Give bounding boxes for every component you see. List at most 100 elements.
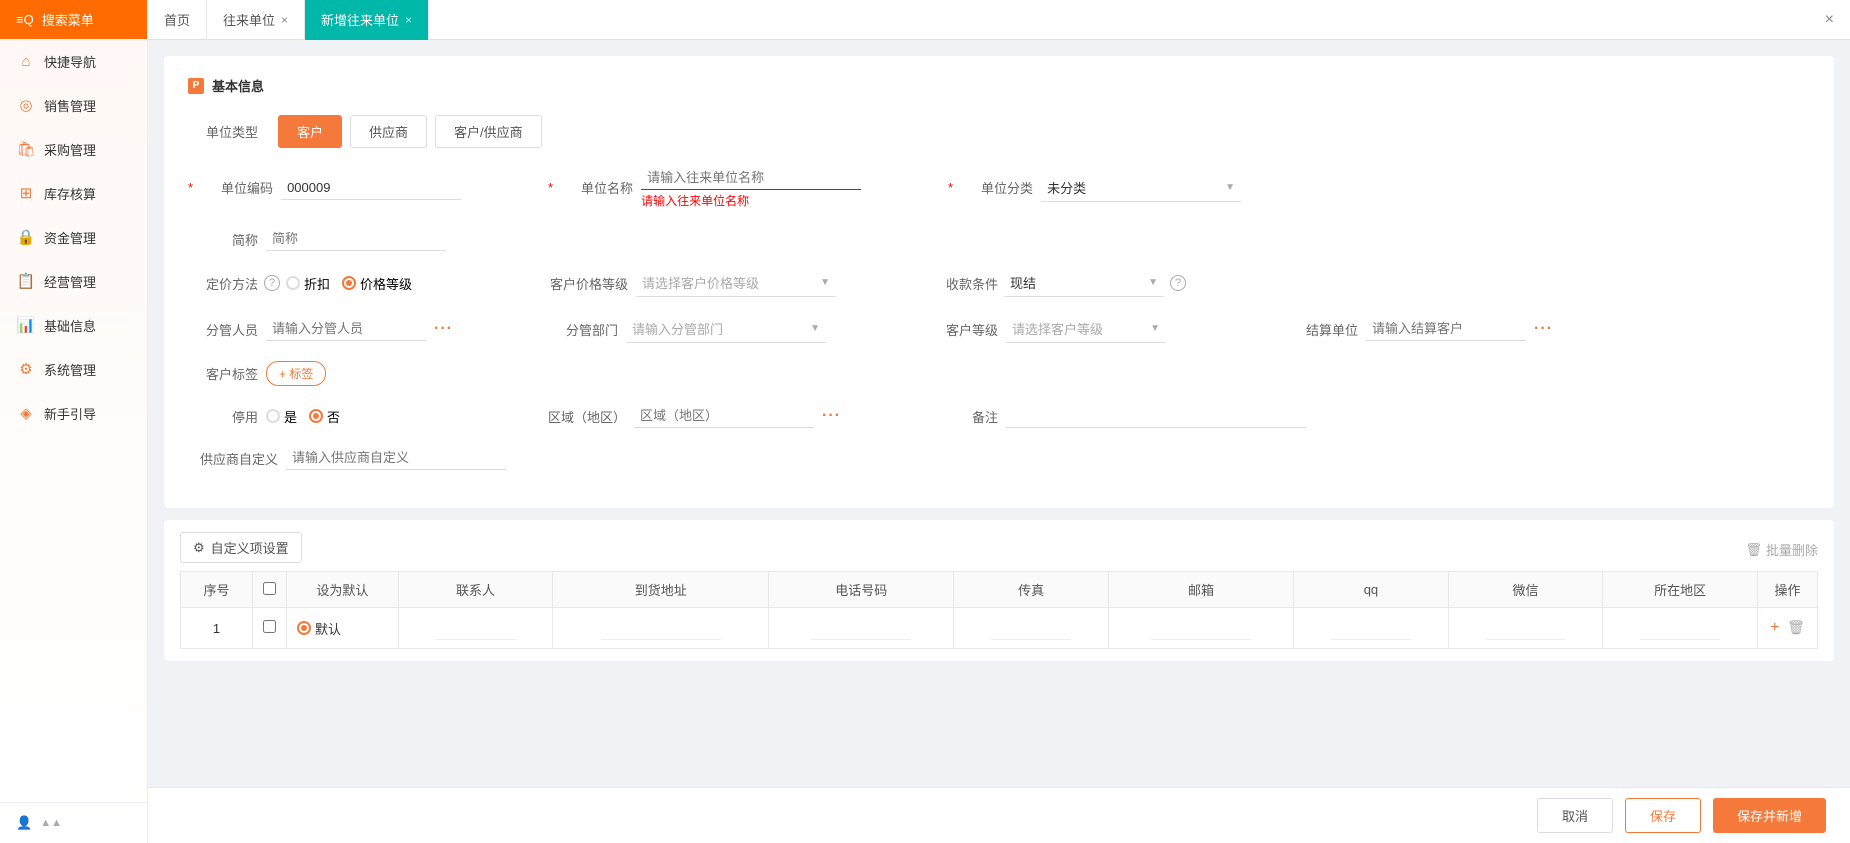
supplier-custom-input[interactable] (286, 446, 506, 470)
note-input[interactable] (1006, 404, 1306, 428)
sidebar-user[interactable]: 👤 ▲▲ (0, 803, 147, 843)
short-name-field: 简称 (188, 227, 548, 251)
disabled-yes-option[interactable]: 是 (266, 407, 297, 426)
settlement-more-btn[interactable]: ··· (1534, 320, 1553, 338)
sidebar-item-basic-info[interactable]: 📊 基础信息 (0, 303, 147, 347)
custom-settings-button[interactable]: ⚙ 自定义项设置 (180, 532, 302, 563)
unit-name-input[interactable] (641, 166, 861, 190)
unit-type-both[interactable]: 客户/供应商 (435, 115, 542, 148)
supervisor-input[interactable] (266, 317, 426, 341)
unit-name-wrap: 请输入往来单位名称 (641, 166, 861, 209)
region-more-btn[interactable]: ··· (822, 407, 841, 425)
save-new-button[interactable]: 保存并新增 (1713, 798, 1826, 833)
unit-category-select[interactable]: 未分类 ▼ (1041, 174, 1241, 202)
col-action: 操作 (1758, 572, 1818, 608)
disabled-no-option[interactable]: 否 (309, 407, 340, 426)
region-input[interactable] (634, 404, 814, 428)
save-button[interactable]: 保存 (1625, 798, 1701, 833)
short-name-input[interactable] (266, 227, 446, 251)
row-add-button[interactable]: + (1770, 619, 1779, 636)
unit-name-field: * 单位名称 请输入往来单位名称 (548, 166, 948, 209)
row-region-input[interactable] (1640, 616, 1720, 640)
tab-new-partner-close[interactable]: × (405, 13, 412, 27)
cancel-button[interactable]: 取消 (1537, 798, 1613, 833)
tag-row: 客户标签 + 标签 (188, 361, 1810, 386)
unit-type-supplier[interactable]: 供应商 (350, 115, 427, 148)
window-close-button[interactable]: × (1809, 11, 1850, 29)
row-qq-input[interactable] (1331, 616, 1411, 640)
supervisor-field: 分管人员 ··· (188, 317, 548, 341)
sidebar-item-guide[interactable]: ◈ 新手引导 (0, 391, 147, 435)
row-address-input[interactable] (601, 616, 721, 640)
row-checkbox-cell (252, 608, 286, 649)
sidebar-item-purchase[interactable]: 🛍 采购管理 (0, 127, 147, 171)
add-tag-button[interactable]: + 标签 (266, 361, 326, 386)
row-contact-input[interactable] (436, 616, 516, 640)
pricing-grade-option[interactable]: 价格等级 (342, 274, 412, 293)
pricing-help-icon[interactable]: ? (264, 275, 280, 291)
pricing-label: 定价方法 (188, 274, 258, 293)
system-icon: ⚙ (16, 359, 36, 379)
sidebar-item-system[interactable]: ⚙ 系统管理 (0, 347, 147, 391)
row-delete-button[interactable]: 🗑 (1787, 619, 1805, 635)
sidebar-item-inventory[interactable]: ⊞ 库存核算 (0, 171, 147, 215)
col-index: 序号 (181, 572, 253, 608)
dept-select[interactable]: 请输入分管部门 ▼ (626, 315, 826, 343)
pricing-field: 定价方法 ? 折扣 价格等级 (188, 274, 548, 293)
row-fax-input[interactable] (991, 616, 1071, 640)
row-checkbox[interactable] (263, 620, 276, 633)
payment-terms-label: 收款条件 (928, 274, 998, 293)
tab-partners[interactable]: 往来单位 × (207, 0, 305, 40)
payment-terms-select[interactable]: 现结 ▼ (1004, 269, 1164, 297)
tab-partners-close[interactable]: × (281, 13, 288, 27)
code-name-row: * 单位编码 * 单位名称 请输入往来单位名称 * 单位分类 (188, 166, 1810, 209)
pricing-discount-option[interactable]: 折扣 (286, 274, 330, 293)
guide-icon: ◈ (16, 403, 36, 423)
region-label: 区域（地区） (548, 407, 626, 426)
row-default-radio[interactable] (297, 621, 311, 635)
col-checkbox (252, 572, 286, 608)
customer-level-select[interactable]: 请选择客户等级 ▼ (1006, 315, 1166, 343)
payment-terms-help-icon[interactable]: ? (1170, 275, 1186, 291)
tab-partners-label: 往来单位 (223, 10, 275, 29)
row-email-input[interactable] (1151, 616, 1251, 640)
note-field: 备注 (928, 404, 1810, 428)
unit-category-field: * 单位分类 未分类 ▼ (948, 174, 1308, 202)
unit-code-label: 单位编码 (203, 178, 273, 197)
sidebar-item-operations[interactable]: 📋 经营管理 (0, 259, 147, 303)
disabled-no-radio[interactable] (309, 409, 323, 423)
unit-code-input[interactable] (281, 176, 461, 200)
unit-type-customer[interactable]: 客户 (278, 115, 342, 148)
main-area: 首页 往来单位 × 新增往来单位 × × P 基本信息 单位类型 客户 (148, 0, 1850, 843)
grade-radio[interactable] (342, 276, 356, 290)
tag-field: 客户标签 + 标签 (188, 361, 1810, 386)
row-wechat-input[interactable] (1486, 616, 1566, 640)
discount-radio[interactable] (286, 276, 300, 290)
row-index: 1 (181, 608, 253, 649)
row-fax (954, 608, 1109, 649)
section-title-text: 基本信息 (212, 76, 264, 95)
sidebar-search[interactable]: ≡Q 搜索菜单 (0, 0, 147, 39)
customer-price-placeholder: 请选择客户价格等级 (642, 273, 759, 292)
settlement-input[interactable] (1366, 317, 1526, 341)
section-title: P 基本信息 (188, 76, 1810, 95)
tab-new-partner[interactable]: 新增往来单位 × (305, 0, 429, 40)
customer-price-label: 客户价格等级 (548, 274, 628, 293)
sidebar-item-sales[interactable]: ◎ 销售管理 (0, 83, 147, 127)
contact-table-section: ⚙ 自定义项设置 🗑 批量删除 序号 设为默认 联系人 到货地址 电 (164, 520, 1834, 661)
sidebar-item-quick-nav[interactable]: ⌂ 快捷导航 (0, 39, 147, 83)
row-phone-input[interactable] (811, 616, 911, 640)
tab-home[interactable]: 首页 (148, 0, 207, 40)
customer-price-select[interactable]: 请选择客户价格等级 ▼ (636, 269, 836, 297)
row-default-radio-label[interactable]: 默认 (297, 619, 388, 638)
sidebar-item-finance[interactable]: 🔒 资金管理 (0, 215, 147, 259)
disabled-yes-radio[interactable] (266, 409, 280, 423)
supervisor-more-btn[interactable]: ··· (434, 320, 453, 338)
col-email: 邮箱 (1108, 572, 1293, 608)
code-required: * (188, 180, 193, 195)
select-all-checkbox[interactable] (263, 582, 276, 595)
row-email (1108, 608, 1293, 649)
category-required: * (948, 180, 953, 195)
discount-label: 折扣 (304, 274, 330, 293)
batch-delete-button[interactable]: 🗑 批量删除 (1745, 540, 1818, 559)
